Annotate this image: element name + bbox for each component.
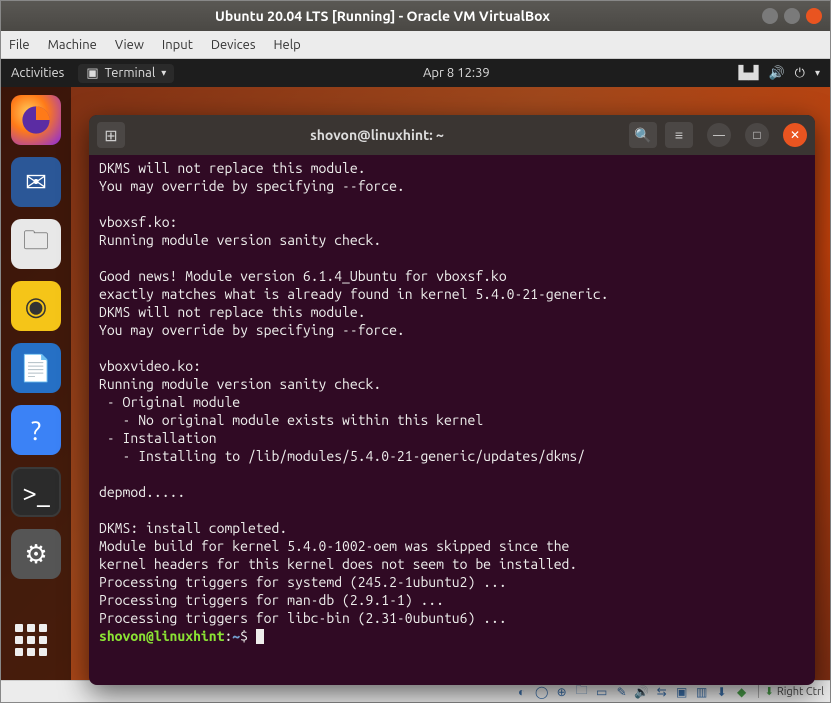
terminal-minimize-button[interactable]: — (707, 123, 731, 147)
term-line: depmod..... (99, 484, 185, 500)
thunderbird-icon[interactable]: ✉ (11, 157, 61, 207)
menu-view[interactable]: View (115, 38, 144, 52)
show-apps-icon[interactable] (15, 624, 57, 666)
term-line: You may override by specifying --force. (99, 322, 405, 338)
ubuntu-desktop: Activities ▣ Terminal ▾ Apr 8 12:39 ▙▟ 🔊… (1, 59, 830, 680)
gnome-top-bar: Activities ▣ Terminal ▾ Apr 8 12:39 ▙▟ 🔊… (1, 59, 830, 87)
virtualbox-window: Ubuntu 20.04 LTS [Running] - Oracle VM V… (0, 0, 831, 703)
clock[interactable]: Apr 8 12:39 (174, 66, 738, 80)
term-line: - Original module (99, 394, 240, 410)
firefox-icon[interactable] (11, 95, 61, 145)
network-icon[interactable]: ▙▟ (738, 66, 758, 81)
prompt-dollar: $ (240, 628, 248, 644)
help-icon[interactable]: ? (11, 405, 61, 455)
term-line: kernel headers for this kernel does not … (99, 556, 577, 572)
search-button[interactable]: 🔍 (629, 122, 657, 148)
writer-icon[interactable]: 📄 (11, 343, 61, 393)
files-icon[interactable]: 🗀 (11, 219, 61, 269)
term-line: Processing triggers for man-db (2.9.1-1)… (99, 592, 444, 608)
vbox-minimize-button[interactable] (762, 8, 778, 24)
menu-input[interactable]: Input (162, 38, 193, 52)
menu-machine[interactable]: Machine (48, 38, 97, 52)
vbox-title-text: Ubuntu 20.04 LTS [Running] - Oracle VM V… (9, 8, 756, 24)
term-line: exactly matches what is already found in… (99, 286, 609, 302)
prompt-user-host: shovon@linuxhint (99, 628, 224, 644)
vbox-titlebar[interactable]: Ubuntu 20.04 LTS [Running] - Oracle VM V… (1, 1, 830, 31)
term-line: vboxvideo.ko: (99, 358, 201, 374)
term-line: DKMS will not replace this module. (99, 160, 366, 176)
vbox-maximize-button[interactable] (784, 8, 800, 24)
term-line: Module build for kernel 5.4.0-1002-oem w… (99, 538, 569, 554)
terminal-output[interactable]: DKMS will not replace this module. You m… (89, 155, 815, 685)
chevron-down-icon: ▾ (161, 67, 166, 79)
mouse-integration-icon[interactable]: ⬇ (714, 684, 730, 700)
volume-icon[interactable]: 🔊 (768, 66, 784, 81)
app-menu[interactable]: ▣ Terminal ▾ (78, 64, 174, 83)
system-menu-chevron-icon[interactable]: ▾ (815, 67, 820, 79)
terminal-maximize-button[interactable]: □ (745, 123, 769, 147)
settings-icon[interactable]: ⚙ (11, 529, 61, 579)
activities-button[interactable]: Activities (11, 66, 64, 80)
term-line: Running module version sanity check. (99, 232, 381, 248)
term-line: DKMS: install completed. (99, 520, 287, 536)
recording-icon[interactable]: ✎ (614, 684, 630, 700)
cpu-icon[interactable]: ▥ (694, 684, 710, 700)
menu-devices[interactable]: Devices (211, 38, 256, 52)
term-line: - Installation (99, 430, 217, 446)
host-key-indicator[interactable]: ⬇ Right Ctrl (758, 685, 824, 698)
prompt-path: ~ (232, 628, 240, 644)
hard-disk-icon[interactable]: ◐ (514, 684, 530, 700)
term-line: Good news! Module version 6.1.4_Ubuntu f… (99, 268, 507, 284)
shared-folder-icon[interactable]: 🗀 (574, 684, 590, 700)
term-line: - Installing to /lib/modules/5.4.0-21-ge… (99, 448, 585, 464)
vbox-close-button[interactable] (806, 8, 822, 24)
terminal-indicator-icon: ▣ (86, 66, 98, 81)
term-line: DKMS will not replace this module. (99, 304, 366, 320)
term-line: Running module version sanity check. (99, 376, 381, 392)
new-tab-button[interactable]: ⊞ (97, 122, 125, 148)
menu-help[interactable]: Help (274, 38, 301, 52)
rhythmbox-icon[interactable]: ◉ (11, 281, 61, 331)
terminal-headerbar[interactable]: ⊞ shovon@linuxhint: ~ 🔍 ≡ — □ ✕ (89, 115, 815, 155)
power-icon[interactable]: ⏻ (795, 66, 805, 81)
terminal-title: shovon@linuxhint: ~ (133, 127, 621, 143)
network-status-icon[interactable]: ⇆ (654, 684, 670, 700)
app-menu-label: Terminal (105, 66, 156, 80)
menu-file[interactable]: File (9, 38, 30, 52)
usb-icon[interactable]: ⊕ (554, 684, 570, 700)
hamburger-menu-button[interactable]: ≡ (665, 122, 693, 148)
optical-icon[interactable]: ◯ (534, 684, 550, 700)
arrow-down-icon: ⬇ (765, 685, 774, 698)
desktop-body: ✉ 🗀 ◉ 📄 ? >_ ⚙ ⊞ shovon@linuxhint: ~ 🔍 ≡… (1, 87, 830, 680)
term-line: vboxsf.ko: (99, 214, 177, 230)
display-icon[interactable]: ▭ (594, 684, 610, 700)
terminal-close-button[interactable]: ✕ (783, 123, 807, 147)
additions-icon[interactable]: ◆ (734, 684, 750, 700)
clipboard-icon[interactable]: ▣ (674, 684, 690, 700)
terminal-window: ⊞ shovon@linuxhint: ~ 🔍 ≡ — □ ✕ DKMS wil… (89, 115, 815, 685)
host-key-label: Right Ctrl (777, 686, 824, 698)
dock: ✉ 🗀 ◉ 📄 ? >_ ⚙ (1, 87, 71, 680)
term-line: Processing triggers for systemd (245.2-1… (99, 574, 507, 590)
audio-icon[interactable]: 🔊 (634, 684, 650, 700)
term-line: - No original module exists within this … (99, 412, 483, 428)
term-line: Processing triggers for libc-bin (2.31-0… (99, 610, 507, 626)
cursor (256, 629, 264, 644)
term-line: You may override by specifying --force. (99, 178, 405, 194)
terminal-dock-icon[interactable]: >_ (11, 467, 61, 517)
vbox-menubar: File Machine View Input Devices Help (1, 31, 830, 59)
